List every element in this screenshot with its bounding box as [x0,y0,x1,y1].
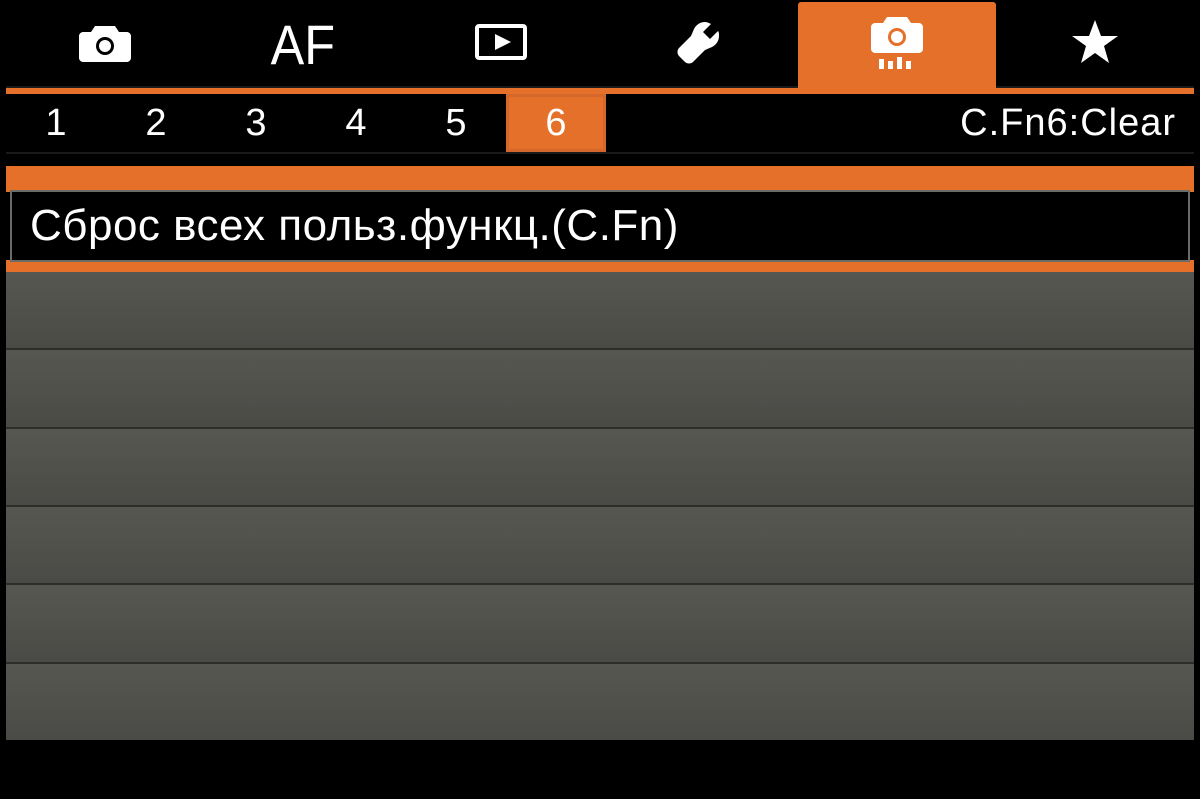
tab-setup[interactable] [600,2,798,88]
wrench-icon [675,18,723,71]
empty-row [6,664,1194,740]
empty-row [6,272,1194,350]
empty-row [6,350,1194,428]
tab-custom-functions[interactable] [798,2,996,88]
page-1[interactable]: 1 [6,94,106,152]
star-icon [1070,18,1120,71]
menu-item-label: Сброс всех польз.функц.(C.Fn) [30,201,679,251]
empty-rows [6,272,1194,740]
empty-row [6,507,1194,585]
tab-af[interactable]: AF [204,2,402,88]
page-4[interactable]: 4 [306,94,406,152]
tab-playback[interactable] [402,2,600,88]
selection-bottom-bar [6,260,1194,272]
tab-mymenu[interactable] [996,2,1194,88]
af-icon: AF [271,12,335,77]
page-3[interactable]: 3 [206,94,306,152]
main-tab-bar: AF [6,2,1194,88]
menu-content: Сброс всех польз.функц.(C.Fn) [6,154,1194,740]
camera-custom-icon [865,13,929,78]
selection-top-bar [6,166,1194,192]
tab-shooting[interactable] [6,2,204,88]
page-number-bar: 1 2 3 4 5 6 C.Fn6:Clear [6,94,1194,154]
page-5[interactable]: 5 [406,94,506,152]
page-label: C.Fn6:Clear [960,94,1194,152]
page-spacer [606,94,960,152]
empty-row [6,585,1194,663]
page-2[interactable]: 2 [106,94,206,152]
empty-row [6,429,1194,507]
page-6[interactable]: 6 [506,94,606,152]
menu-item-clear-cfn[interactable]: Сброс всех польз.функц.(C.Fn) [6,192,1194,260]
camera-menu-screen: AF [0,2,1200,799]
play-icon [471,20,531,69]
camera-icon [73,18,137,71]
